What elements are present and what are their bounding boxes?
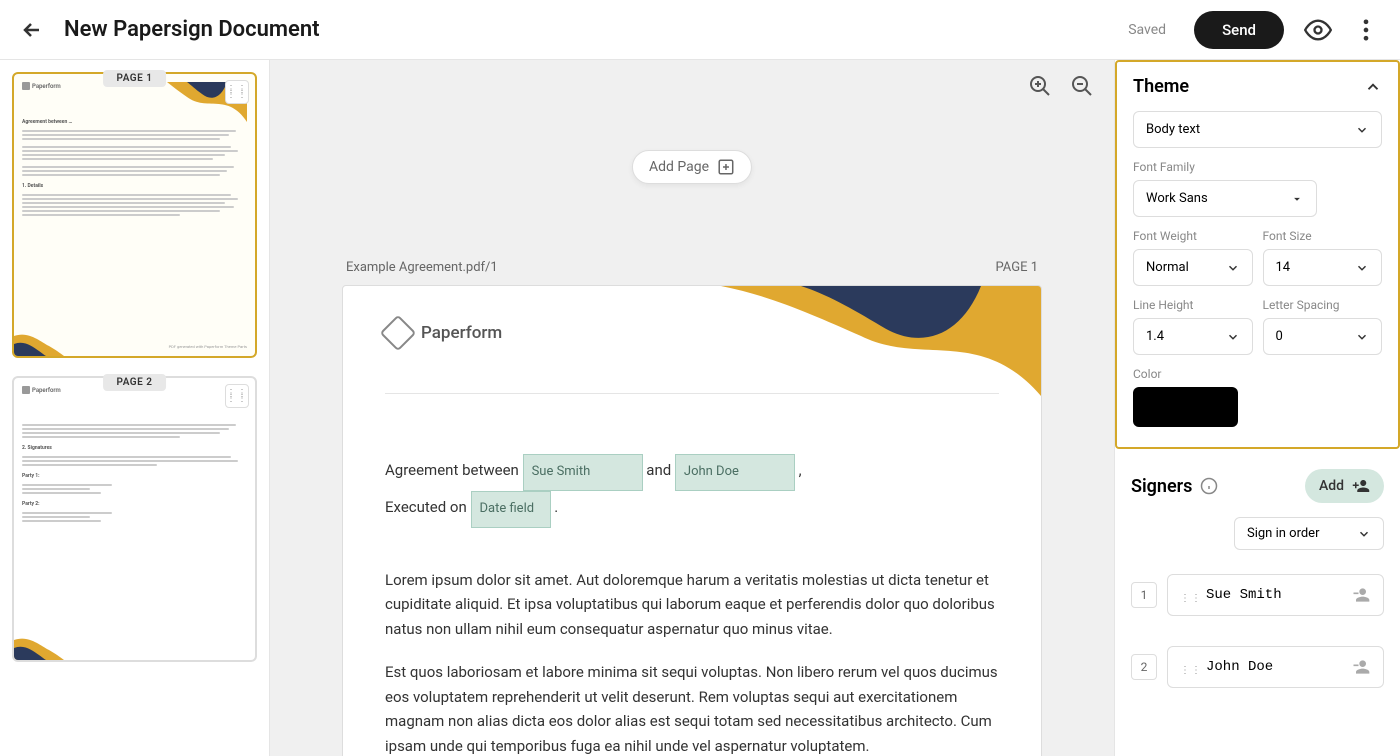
add-page-button[interactable]: Add Page bbox=[632, 150, 752, 184]
thumbnail-page-1[interactable]: PAGE 1 ⋮⋮⋮⋮ Paperform Agreement between … bbox=[12, 72, 257, 358]
line-height-label: Line Height bbox=[1133, 298, 1253, 312]
signer-card[interactable]: ⋮⋮ Sue Smith bbox=[1167, 574, 1384, 616]
font-family-select[interactable]: Work Sans bbox=[1133, 180, 1317, 217]
page-badge: PAGE 2 bbox=[103, 374, 167, 391]
chevron-down-icon bbox=[1355, 123, 1369, 137]
zoom-in-icon[interactable] bbox=[1028, 74, 1052, 98]
document-page[interactable]: Paperform Agreement between Sue Smith an… bbox=[342, 285, 1042, 756]
chevron-down-icon bbox=[1355, 261, 1369, 275]
send-button[interactable]: Send bbox=[1194, 11, 1284, 49]
info-icon[interactable] bbox=[1200, 477, 1218, 495]
add-signer-button[interactable]: Add bbox=[1305, 469, 1384, 503]
font-weight-select[interactable]: Normal bbox=[1133, 249, 1253, 286]
paperform-logo: Paperform bbox=[385, 320, 502, 346]
right-panel: Theme Body text Font Family Work Sans Fo… bbox=[1114, 60, 1400, 756]
font-size-label: Font Size bbox=[1263, 229, 1383, 243]
signer-number: 2 bbox=[1131, 654, 1157, 680]
agreement-line: Agreement between Sue Smith and John Doe… bbox=[385, 454, 999, 491]
chevron-up-icon[interactable] bbox=[1364, 78, 1382, 96]
chevron-down-icon bbox=[1355, 330, 1369, 344]
drag-handle-icon[interactable]: ⋮⋮⋮⋮ bbox=[225, 384, 249, 408]
signer-name: Sue Smith bbox=[1206, 587, 1341, 603]
signer-number: 1 bbox=[1131, 582, 1157, 608]
chevron-down-icon bbox=[1357, 527, 1371, 541]
body-text: Lorem ipsum dolor sit amet. Aut doloremq… bbox=[385, 568, 999, 756]
signer-name: John Doe bbox=[1206, 659, 1341, 675]
page-indicator: PAGE 1 bbox=[995, 260, 1038, 275]
add-page-label: Add Page bbox=[649, 159, 709, 175]
signer-row: 1 ⋮⋮ Sue Smith bbox=[1131, 574, 1384, 616]
person-add-icon bbox=[1352, 477, 1370, 495]
signer-card[interactable]: ⋮⋮ John Doe bbox=[1167, 646, 1384, 688]
zoom-out-icon[interactable] bbox=[1070, 74, 1094, 98]
app-header: New Papersign Document Saved Send bbox=[0, 0, 1400, 60]
font-weight-label: Font Weight bbox=[1133, 229, 1253, 243]
plus-square-icon bbox=[717, 158, 735, 176]
drag-handle-icon[interactable]: ⋮⋮⋮⋮ bbox=[225, 80, 249, 104]
signers-panel: Signers Add Sign in order 1 ⋮⋮ Sue Smith bbox=[1115, 449, 1400, 738]
signer-row: 2 ⋮⋮ John Doe bbox=[1131, 646, 1384, 688]
person-remove-icon[interactable] bbox=[1351, 585, 1371, 605]
chevron-down-icon bbox=[1226, 330, 1240, 344]
preview-eye-icon[interactable] bbox=[1304, 16, 1332, 44]
party1-field[interactable]: Sue Smith bbox=[523, 454, 643, 491]
color-label: Color bbox=[1133, 367, 1382, 381]
document-title[interactable]: New Papersign Document bbox=[64, 17, 1108, 42]
document-preview: Example Agreement.pdf/1 PAGE 1 Paperform… bbox=[342, 260, 1042, 756]
theme-title: Theme bbox=[1133, 76, 1189, 97]
pdf-name: Example Agreement.pdf/1 bbox=[346, 260, 498, 275]
back-arrow-icon[interactable] bbox=[20, 18, 44, 42]
line-height-select[interactable]: 1.4 bbox=[1133, 318, 1253, 355]
color-swatch[interactable] bbox=[1133, 387, 1238, 427]
page-badge: PAGE 1 bbox=[103, 70, 167, 87]
letter-spacing-select[interactable]: 0 bbox=[1263, 318, 1383, 355]
drag-handle-icon[interactable]: ⋮⋮ bbox=[1180, 586, 1196, 605]
theme-panel: Theme Body text Font Family Work Sans Fo… bbox=[1115, 60, 1400, 449]
text-style-select[interactable]: Body text bbox=[1133, 111, 1382, 148]
thumbnail-page-2[interactable]: PAGE 2 ⋮⋮⋮⋮ Paperform 2. Signatures Part… bbox=[12, 376, 257, 662]
caret-down-icon bbox=[1290, 192, 1304, 206]
person-remove-icon[interactable] bbox=[1351, 657, 1371, 677]
document-canvas: Add Page Example Agreement.pdf/1 PAGE 1 … bbox=[270, 60, 1114, 756]
header-decorative-shape bbox=[681, 286, 1041, 396]
more-vertical-icon[interactable] bbox=[1352, 16, 1380, 44]
font-family-label: Font Family bbox=[1133, 160, 1382, 174]
party2-field[interactable]: John Doe bbox=[675, 454, 795, 491]
chevron-down-icon bbox=[1226, 261, 1240, 275]
sign-order-select[interactable]: Sign in order bbox=[1234, 517, 1384, 550]
page-thumbnails-panel: PAGE 1 ⋮⋮⋮⋮ Paperform Agreement between … bbox=[0, 60, 270, 756]
font-size-select[interactable]: 14 bbox=[1263, 249, 1383, 286]
signers-title: Signers bbox=[1131, 476, 1192, 497]
saved-status: Saved bbox=[1128, 22, 1166, 38]
letter-spacing-label: Letter Spacing bbox=[1263, 298, 1383, 312]
date-field[interactable]: Date field bbox=[471, 491, 551, 528]
executed-line: Executed on Date field . bbox=[385, 491, 999, 528]
drag-handle-icon[interactable]: ⋮⋮ bbox=[1180, 658, 1196, 677]
